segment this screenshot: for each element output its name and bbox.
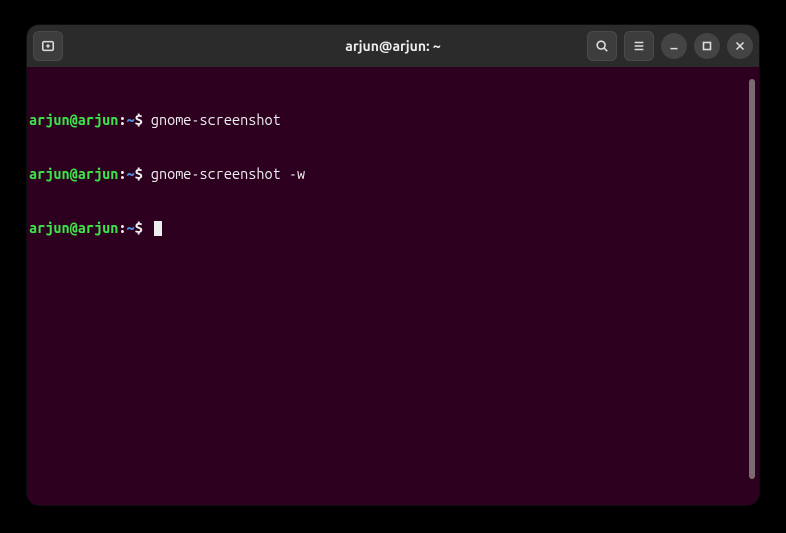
terminal-line: arjun@arjun:~$	[29, 219, 747, 237]
prompt-path: ~	[126, 111, 134, 128]
hamburger-icon	[632, 39, 646, 53]
new-tab-button[interactable]	[33, 31, 63, 61]
prompt-user: arjun@arjun	[29, 219, 118, 236]
maximize-button[interactable]	[694, 33, 720, 59]
terminal-line: arjun@arjun:~$ gnome-screenshot -w	[29, 165, 747, 183]
prompt-user: arjun@arjun	[29, 165, 118, 182]
prompt-path: ~	[126, 219, 134, 236]
prompt-dollar: $	[135, 219, 151, 236]
prompt-path: ~	[126, 165, 134, 182]
terminal-window: arjun@arjun: ~	[27, 25, 759, 505]
minimize-icon	[667, 39, 681, 53]
command-text: gnome-screenshot -w	[151, 165, 305, 182]
prompt-dollar: $	[135, 165, 151, 182]
command-text: gnome-screenshot	[151, 111, 281, 128]
titlebar: arjun@arjun: ~	[27, 25, 759, 67]
terminal-line: arjun@arjun:~$ gnome-screenshot	[29, 111, 747, 129]
scrollbar[interactable]	[747, 75, 757, 503]
prompt-user: arjun@arjun	[29, 111, 118, 128]
menu-button[interactable]	[624, 31, 654, 61]
search-button[interactable]	[587, 31, 617, 61]
terminal-body[interactable]: arjun@arjun:~$ gnome-screenshot arjun@ar…	[27, 67, 759, 505]
minimize-button[interactable]	[661, 33, 687, 59]
terminal-content: arjun@arjun:~$ gnome-screenshot arjun@ar…	[29, 75, 747, 503]
close-icon	[733, 39, 747, 53]
close-button[interactable]	[727, 33, 753, 59]
search-icon	[595, 39, 609, 53]
new-tab-icon	[41, 39, 55, 53]
maximize-icon	[700, 39, 714, 53]
window-title: arjun@arjun: ~	[345, 38, 440, 54]
cursor	[154, 221, 162, 236]
scrollbar-thumb[interactable]	[749, 79, 755, 479]
prompt-dollar: $	[135, 111, 151, 128]
